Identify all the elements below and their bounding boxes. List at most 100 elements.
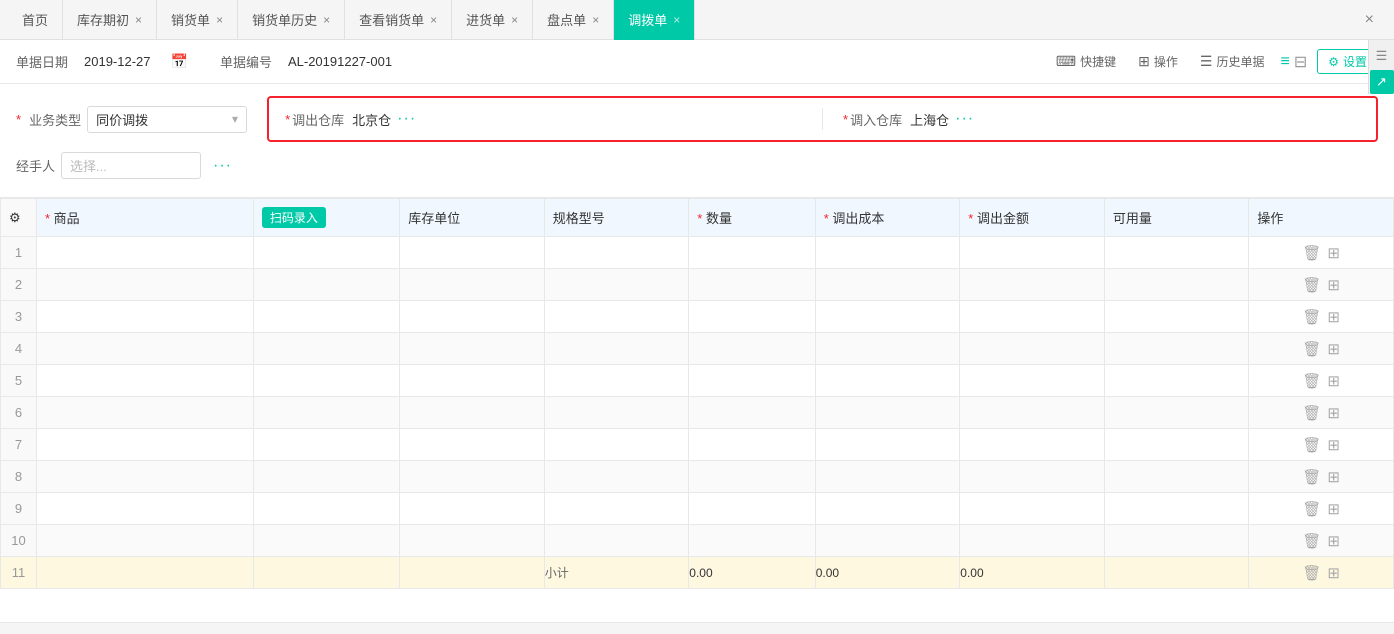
unit-cell[interactable] bbox=[400, 301, 545, 333]
goods-cell[interactable] bbox=[37, 301, 254, 333]
calendar-icon[interactable]: 📅 bbox=[171, 53, 188, 70]
tab-close-view-sales[interactable]: × bbox=[430, 13, 437, 27]
spec-cell[interactable] bbox=[544, 429, 689, 461]
cost-cell[interactable] bbox=[815, 301, 960, 333]
copy-icon[interactable]: ⊞ bbox=[1327, 372, 1340, 390]
cost-cell[interactable] bbox=[815, 333, 960, 365]
layout-grid-icon[interactable]: ⊟ bbox=[1294, 52, 1307, 72]
unit-cell[interactable] bbox=[400, 397, 545, 429]
delete-icon[interactable]: 🗑 bbox=[1302, 564, 1321, 582]
goods-cell[interactable] bbox=[37, 493, 254, 525]
window-close-button[interactable]: × bbox=[1353, 11, 1386, 29]
action-button[interactable]: ⊞ 操作 bbox=[1132, 51, 1184, 72]
copy-icon[interactable]: ⊞ bbox=[1327, 500, 1340, 518]
amount-cell[interactable] bbox=[960, 365, 1105, 397]
qty-cell[interactable] bbox=[689, 461, 815, 493]
biz-type-select[interactable]: 同价调拨 ▾ bbox=[87, 106, 247, 133]
amount-cell[interactable] bbox=[960, 333, 1105, 365]
scan-cell[interactable] bbox=[253, 493, 399, 525]
tab-transfer[interactable]: 调拨单 × bbox=[614, 0, 695, 40]
scan-cell[interactable] bbox=[253, 365, 399, 397]
col-settings-header[interactable]: ⚙ bbox=[1, 199, 37, 237]
delete-icon[interactable]: 🗑 bbox=[1302, 468, 1321, 486]
avail-cell[interactable] bbox=[1104, 525, 1249, 557]
copy-icon[interactable]: ⊞ bbox=[1327, 532, 1340, 550]
qty-cell[interactable] bbox=[689, 525, 815, 557]
spec-cell[interactable] bbox=[544, 237, 689, 269]
unit-cell[interactable] bbox=[400, 429, 545, 461]
goods-cell[interactable] bbox=[37, 525, 254, 557]
delete-icon[interactable]: 🗑 bbox=[1302, 340, 1321, 358]
unit-cell[interactable] bbox=[400, 365, 545, 397]
cost-cell[interactable] bbox=[815, 525, 960, 557]
delete-icon[interactable]: 🗑 bbox=[1302, 532, 1321, 550]
spec-cell[interactable] bbox=[544, 301, 689, 333]
goods-cell[interactable] bbox=[37, 269, 254, 301]
delete-icon[interactable]: 🗑 bbox=[1302, 404, 1321, 422]
tab-close-sales-order[interactable]: × bbox=[216, 13, 223, 27]
history-button[interactable]: ☰ 历史单据 bbox=[1194, 51, 1271, 72]
spec-cell[interactable] bbox=[544, 269, 689, 301]
cost-cell[interactable] bbox=[815, 269, 960, 301]
spec-cell[interactable] bbox=[544, 493, 689, 525]
scan-cell[interactable] bbox=[253, 429, 399, 461]
tab-view-sales[interactable]: 查看销货单 × bbox=[345, 0, 452, 40]
tab-stocktake[interactable]: 盘点单 × bbox=[533, 0, 614, 40]
sidebar-expand-icon[interactable]: ↗ bbox=[1370, 70, 1394, 94]
cost-cell[interactable] bbox=[815, 237, 960, 269]
spec-cell[interactable] bbox=[544, 397, 689, 429]
tab-sales-history[interactable]: 销货单历史 × bbox=[238, 0, 345, 40]
cost-cell[interactable] bbox=[815, 493, 960, 525]
goods-cell[interactable] bbox=[37, 461, 254, 493]
sidebar-list-icon[interactable]: ☰ bbox=[1370, 44, 1394, 68]
scan-cell[interactable] bbox=[253, 461, 399, 493]
avail-cell[interactable] bbox=[1104, 365, 1249, 397]
bottom-scrollbar[interactable] bbox=[0, 622, 1394, 634]
copy-icon[interactable]: ⊞ bbox=[1327, 308, 1340, 326]
scan-entry-button[interactable]: 扫码录入 bbox=[262, 207, 326, 228]
delete-icon[interactable]: 🗑 bbox=[1302, 308, 1321, 326]
scan-cell[interactable] bbox=[253, 397, 399, 429]
cost-cell[interactable] bbox=[815, 429, 960, 461]
amount-cell[interactable] bbox=[960, 301, 1105, 333]
unit-cell[interactable] bbox=[400, 333, 545, 365]
tab-close-sales-history[interactable]: × bbox=[323, 13, 330, 27]
transfer-out-more-icon[interactable]: ··· bbox=[397, 110, 416, 128]
amount-cell[interactable] bbox=[960, 397, 1105, 429]
tab-close-purchase-order[interactable]: × bbox=[511, 13, 518, 27]
copy-icon[interactable]: ⊞ bbox=[1327, 276, 1340, 294]
settings-gear-icon[interactable]: ⚙ bbox=[9, 210, 21, 225]
goods-cell[interactable] bbox=[37, 365, 254, 397]
shortcut-button[interactable]: ⌨ 快捷键 bbox=[1050, 51, 1122, 72]
unit-cell[interactable] bbox=[400, 461, 545, 493]
scan-cell[interactable] bbox=[253, 333, 399, 365]
qty-cell[interactable] bbox=[689, 365, 815, 397]
avail-cell[interactable] bbox=[1104, 333, 1249, 365]
amount-cell[interactable] bbox=[960, 429, 1105, 461]
unit-cell[interactable] bbox=[400, 493, 545, 525]
avail-cell[interactable] bbox=[1104, 493, 1249, 525]
tab-sales-order[interactable]: 销货单 × bbox=[157, 0, 238, 40]
copy-icon[interactable]: ⊞ bbox=[1327, 340, 1340, 358]
spec-cell[interactable] bbox=[544, 333, 689, 365]
layout-list-icon[interactable]: ≡ bbox=[1280, 53, 1289, 71]
spec-cell[interactable] bbox=[544, 525, 689, 557]
avail-cell[interactable] bbox=[1104, 429, 1249, 461]
avail-cell[interactable] bbox=[1104, 269, 1249, 301]
transfer-in-more-icon[interactable]: ··· bbox=[955, 110, 974, 128]
avail-cell[interactable] bbox=[1104, 301, 1249, 333]
transfer-in-value[interactable]: 上海仓 bbox=[910, 110, 949, 129]
copy-icon[interactable]: ⊞ bbox=[1327, 404, 1340, 422]
delete-icon[interactable]: 🗑 bbox=[1302, 500, 1321, 518]
tab-close-inventory-init[interactable]: × bbox=[135, 13, 142, 27]
tab-inventory-init[interactable]: 库存期初 × bbox=[63, 0, 157, 40]
unit-cell[interactable] bbox=[400, 525, 545, 557]
spec-cell[interactable] bbox=[544, 461, 689, 493]
delete-icon[interactable]: 🗑 bbox=[1302, 436, 1321, 454]
scan-cell[interactable] bbox=[253, 301, 399, 333]
tab-purchase-order[interactable]: 进货单 × bbox=[452, 0, 533, 40]
avail-cell[interactable] bbox=[1104, 397, 1249, 429]
operator-more-icon[interactable]: ··· bbox=[213, 157, 232, 175]
cost-cell[interactable] bbox=[815, 397, 960, 429]
avail-cell[interactable] bbox=[1104, 237, 1249, 269]
